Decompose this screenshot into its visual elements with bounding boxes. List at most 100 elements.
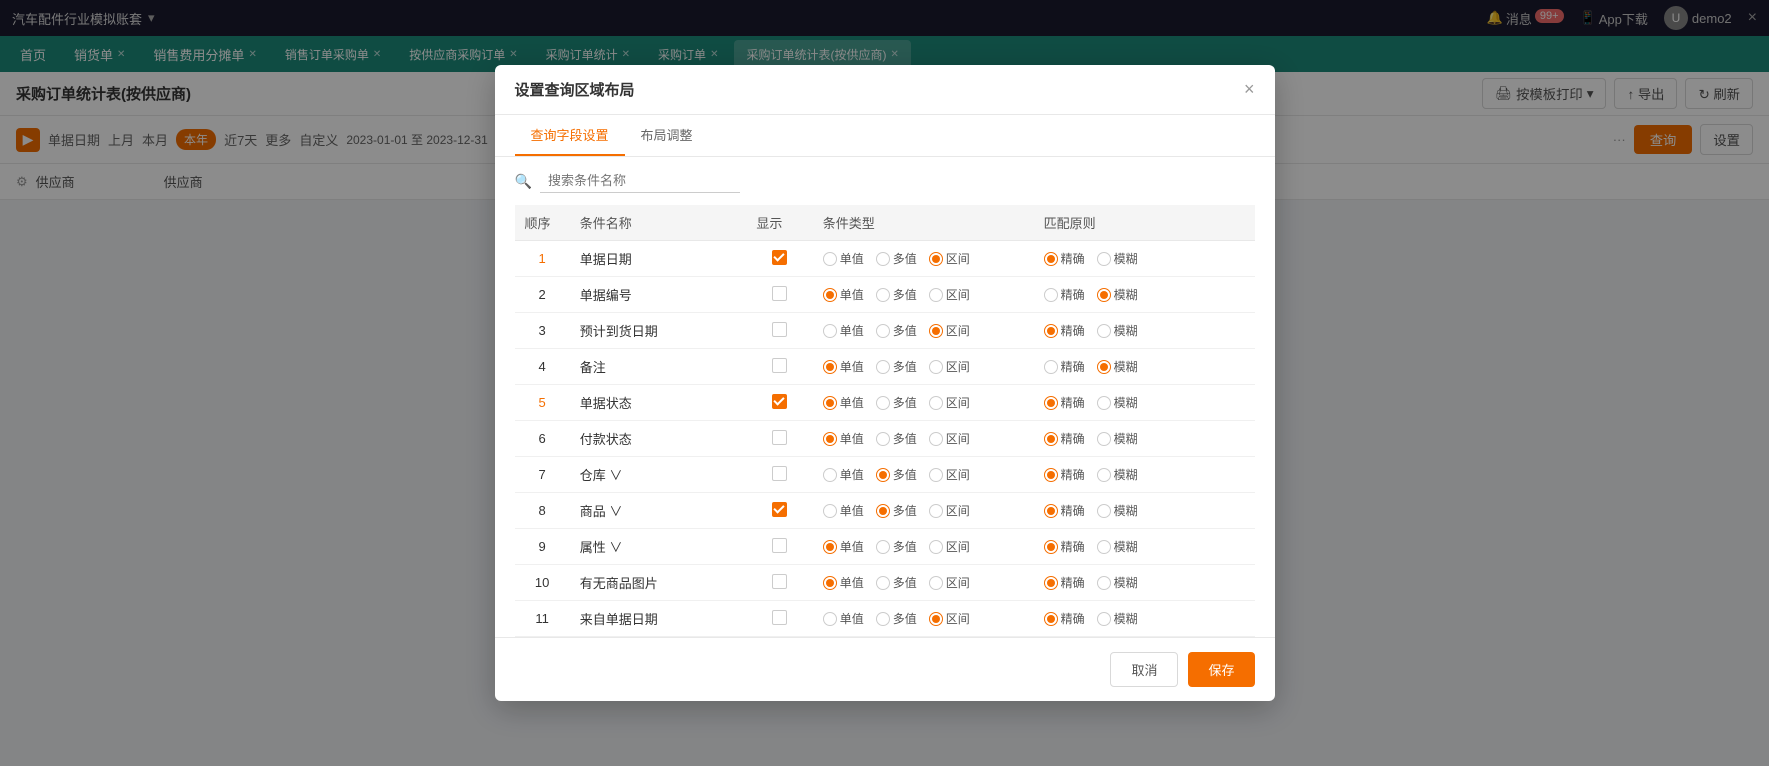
match-radio-模糊[interactable]: 模糊 xyxy=(1097,322,1138,339)
row-condition-name: 有无商品图片 xyxy=(570,565,747,601)
modal-footer: 取消 保存 xyxy=(495,637,1275,701)
row-match-radios: 精确模糊 xyxy=(1034,241,1255,277)
table-row: 6付款状态单值多值区间精确模糊 xyxy=(515,421,1255,457)
type-radio-多值[interactable]: 多值 xyxy=(876,358,917,375)
type-radio-单值[interactable]: 单值 xyxy=(823,322,864,339)
row-seq: 10 xyxy=(515,565,570,601)
row-display-checkbox[interactable] xyxy=(746,493,812,529)
match-radio-模糊[interactable]: 模糊 xyxy=(1097,250,1138,267)
modal-close-button[interactable]: × xyxy=(1244,79,1255,100)
type-radio-区间[interactable]: 区间 xyxy=(929,538,970,555)
display-checkbox[interactable] xyxy=(772,502,787,517)
type-radio-单值[interactable]: 单值 xyxy=(823,466,864,483)
match-radio-模糊[interactable]: 模糊 xyxy=(1097,538,1138,555)
type-radio-区间[interactable]: 区间 xyxy=(929,322,970,339)
match-radio-模糊[interactable]: 模糊 xyxy=(1097,286,1138,303)
modal-overlay: 设置查询区域布局 × 查询字段设置 布局调整 🔍 顺序 条件名称 xyxy=(0,0,1769,766)
match-radio-模糊[interactable]: 模糊 xyxy=(1097,358,1138,375)
row-display-checkbox[interactable] xyxy=(746,385,812,421)
modal-tab-layout[interactable]: 布局调整 xyxy=(625,115,709,156)
type-radio-多值[interactable]: 多值 xyxy=(876,502,917,519)
row-display-checkbox[interactable] xyxy=(746,421,812,457)
display-checkbox[interactable] xyxy=(772,466,787,481)
row-display-checkbox[interactable] xyxy=(746,349,812,385)
match-radio-精确[interactable]: 精确 xyxy=(1044,358,1085,375)
match-radio-模糊[interactable]: 模糊 xyxy=(1097,394,1138,411)
display-checkbox[interactable] xyxy=(772,430,787,445)
display-checkbox[interactable] xyxy=(772,610,787,625)
type-radio-单值[interactable]: 单值 xyxy=(823,250,864,267)
row-display-checkbox[interactable] xyxy=(746,529,812,565)
type-radio-多值[interactable]: 多值 xyxy=(876,466,917,483)
match-radio-精确[interactable]: 精确 xyxy=(1044,502,1085,519)
save-button[interactable]: 保存 xyxy=(1188,652,1254,687)
row-type-radios: 单值多值区间 xyxy=(813,529,1034,565)
type-radio-多值[interactable]: 多值 xyxy=(876,538,917,555)
cancel-button[interactable]: 取消 xyxy=(1110,652,1178,687)
row-display-checkbox[interactable] xyxy=(746,457,812,493)
type-radio-区间[interactable]: 区间 xyxy=(929,574,970,591)
type-radio-单值[interactable]: 单值 xyxy=(823,430,864,447)
type-radio-多值[interactable]: 多值 xyxy=(876,610,917,627)
type-radio-区间[interactable]: 区间 xyxy=(929,430,970,447)
type-radio-区间[interactable]: 区间 xyxy=(929,502,970,519)
type-radio-区间[interactable]: 区间 xyxy=(929,286,970,303)
type-radio-区间[interactable]: 区间 xyxy=(929,394,970,411)
match-radio-精确[interactable]: 精确 xyxy=(1044,430,1085,447)
type-radio-区间[interactable]: 区间 xyxy=(929,358,970,375)
row-type-radios: 单值多值区间 xyxy=(813,277,1034,313)
modal-tab-query-fields[interactable]: 查询字段设置 xyxy=(515,115,625,156)
match-radio-精确[interactable]: 精确 xyxy=(1044,466,1085,483)
match-radio-精确[interactable]: 精确 xyxy=(1044,394,1085,411)
row-seq: 3 xyxy=(515,313,570,349)
type-radio-区间[interactable]: 区间 xyxy=(929,250,970,267)
table-row: 11来自单据日期单值多值区间精确模糊 xyxy=(515,601,1255,637)
match-radio-模糊[interactable]: 模糊 xyxy=(1097,610,1138,627)
match-radio-精确[interactable]: 精确 xyxy=(1044,610,1085,627)
type-radio-单值[interactable]: 单值 xyxy=(823,358,864,375)
match-radio-精确[interactable]: 精确 xyxy=(1044,538,1085,555)
row-seq: 8 xyxy=(515,493,570,529)
type-radio-单值[interactable]: 单值 xyxy=(823,538,864,555)
type-radio-区间[interactable]: 区间 xyxy=(929,466,970,483)
type-radio-多值[interactable]: 多值 xyxy=(876,430,917,447)
type-radio-单值[interactable]: 单值 xyxy=(823,574,864,591)
type-radio-多值[interactable]: 多值 xyxy=(876,250,917,267)
row-type-radios: 单值多值区间 xyxy=(813,421,1034,457)
search-input[interactable] xyxy=(540,169,740,193)
match-radio-精确[interactable]: 精确 xyxy=(1044,250,1085,267)
row-display-checkbox[interactable] xyxy=(746,313,812,349)
type-radio-单值[interactable]: 单值 xyxy=(823,502,864,519)
display-checkbox[interactable] xyxy=(772,358,787,373)
display-checkbox[interactable] xyxy=(772,538,787,553)
modal-title: 设置查询区域布局 xyxy=(515,79,635,100)
table-row: 2单据编号单值多值区间精确模糊 xyxy=(515,277,1255,313)
modal-search-bar: 🔍 xyxy=(495,157,1275,205)
type-radio-单值[interactable]: 单值 xyxy=(823,286,864,303)
match-radio-模糊[interactable]: 模糊 xyxy=(1097,430,1138,447)
type-radio-单值[interactable]: 单值 xyxy=(823,394,864,411)
display-checkbox[interactable] xyxy=(772,322,787,337)
type-radio-多值[interactable]: 多值 xyxy=(876,574,917,591)
row-display-checkbox[interactable] xyxy=(746,241,812,277)
match-radio-模糊[interactable]: 模糊 xyxy=(1097,466,1138,483)
type-radio-区间[interactable]: 区间 xyxy=(929,610,970,627)
row-type-radios: 单值多值区间 xyxy=(813,457,1034,493)
display-checkbox[interactable] xyxy=(772,394,787,409)
type-radio-单值[interactable]: 单值 xyxy=(823,610,864,627)
type-radio-多值[interactable]: 多值 xyxy=(876,286,917,303)
display-checkbox[interactable] xyxy=(772,286,787,301)
row-display-checkbox[interactable] xyxy=(746,601,812,637)
match-radio-精确[interactable]: 精确 xyxy=(1044,286,1085,303)
match-radio-模糊[interactable]: 模糊 xyxy=(1097,502,1138,519)
row-display-checkbox[interactable] xyxy=(746,277,812,313)
row-seq: 5 xyxy=(515,385,570,421)
match-radio-模糊[interactable]: 模糊 xyxy=(1097,574,1138,591)
display-checkbox[interactable] xyxy=(772,250,787,265)
display-checkbox[interactable] xyxy=(772,574,787,589)
match-radio-精确[interactable]: 精确 xyxy=(1044,322,1085,339)
row-display-checkbox[interactable] xyxy=(746,565,812,601)
type-radio-多值[interactable]: 多值 xyxy=(876,394,917,411)
match-radio-精确[interactable]: 精确 xyxy=(1044,574,1085,591)
type-radio-多值[interactable]: 多值 xyxy=(876,322,917,339)
